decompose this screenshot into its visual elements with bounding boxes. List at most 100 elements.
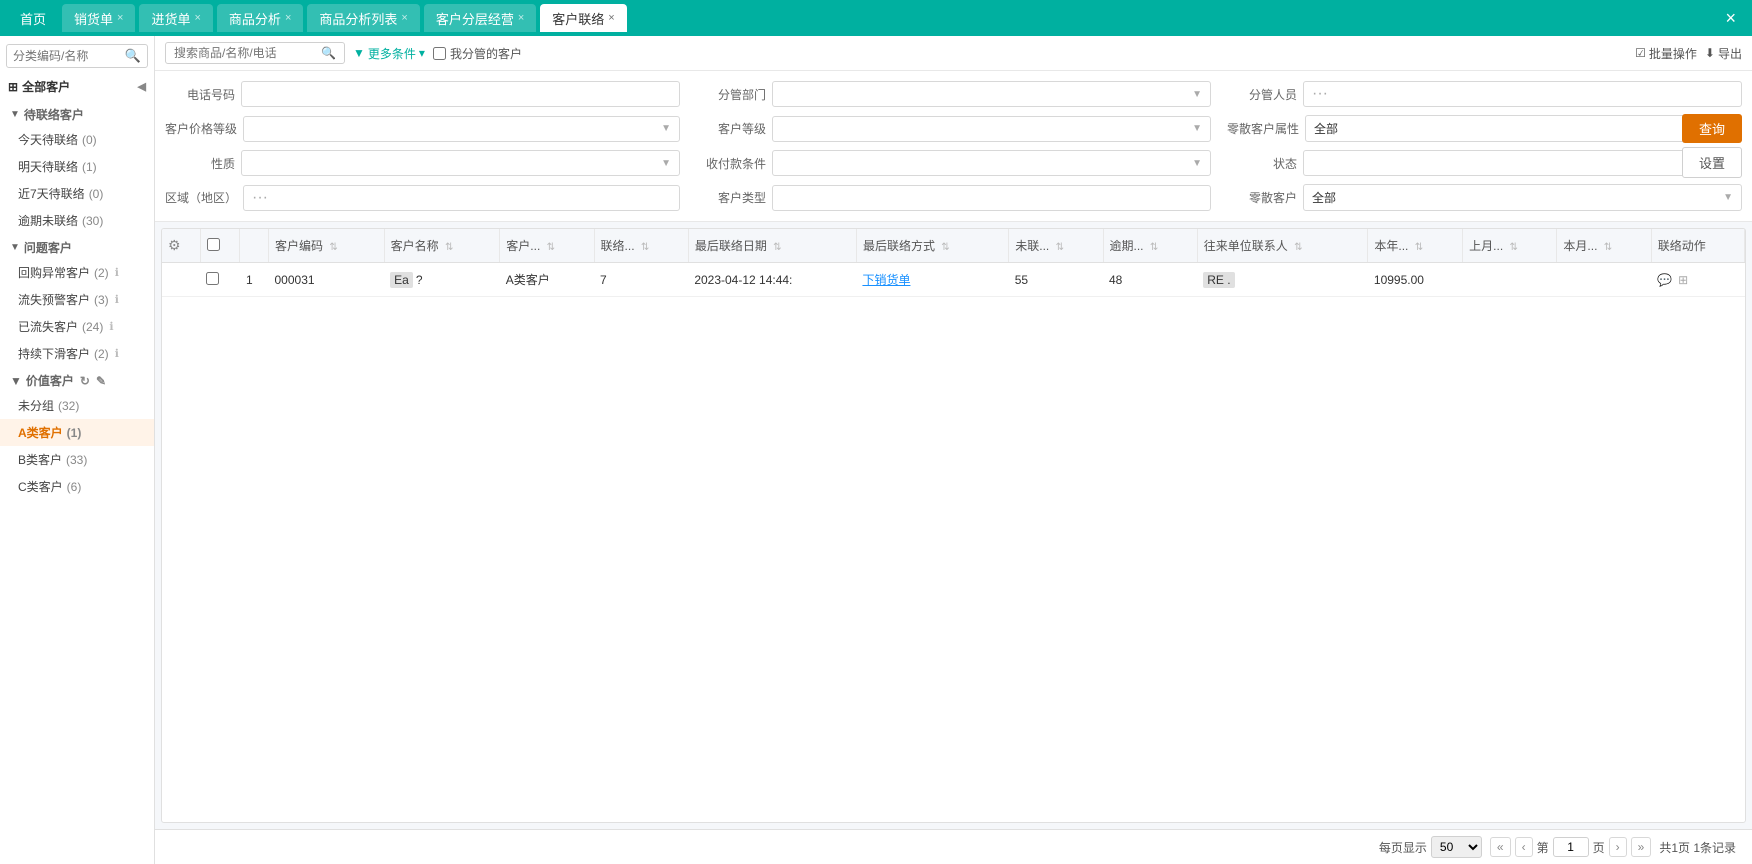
- close-tab-product-analysis-list[interactable]: ×: [401, 12, 407, 24]
- close-tab-purchase[interactable]: ×: [194, 12, 200, 24]
- sidebar-problem-item[interactable]: 持续下滑客户(2)ℹ: [0, 340, 154, 367]
- select-all-checkbox[interactable]: [207, 238, 220, 251]
- per-page-select[interactable]: 50 100 200: [1431, 836, 1482, 858]
- my-customers-checkbox-label[interactable]: 我分管的客户: [433, 45, 522, 62]
- sort-icon: ⇅: [1294, 242, 1302, 253]
- all-customers-header[interactable]: ⊞ 全部客户 ◀: [0, 72, 154, 101]
- export-btn[interactable]: ⬇ 导出: [1705, 45, 1742, 62]
- close-tab-sales[interactable]: ×: [117, 12, 123, 24]
- phone-field[interactable]: [250, 87, 671, 101]
- sort-icon: ⇅: [1415, 242, 1423, 253]
- row-this-year: 10995.00: [1368, 263, 1463, 297]
- phone-input[interactable]: [241, 81, 680, 107]
- col-contacts[interactable]: 联络... ⇅: [594, 229, 688, 263]
- region-input[interactable]: ···: [243, 185, 680, 211]
- problem-items-container: 回购异常客户(2)ℹ流失预警客户(3)ℹ已流失客户(24)ℹ持续下滑客户(2)ℹ: [0, 259, 154, 367]
- retail-attr-select[interactable]: 全部▼: [1305, 115, 1742, 142]
- page-number-input[interactable]: [1553, 837, 1589, 857]
- dept-select[interactable]: ▼: [772, 81, 1211, 107]
- total-records-label: 共1页 1条记录: [1659, 839, 1736, 856]
- value-count: (33): [66, 453, 87, 467]
- main-layout: 🔍 ⊞ 全部客户 ◀ ▼ 待联络客户 今天待联络(0)明天待联络(1)近7天待联…: [0, 36, 1752, 864]
- sidebar-search-bar[interactable]: 🔍: [6, 44, 148, 68]
- nav-tab-product-analysis-list[interactable]: 商品分析列表×: [307, 4, 419, 32]
- nav-tab-sales[interactable]: 销货单×: [62, 4, 135, 32]
- refresh-icon[interactable]: ↻: [80, 374, 90, 388]
- nav-tab-customer-contact[interactable]: 客户联络×: [540, 4, 626, 32]
- query-button[interactable]: 查询: [1682, 114, 1742, 143]
- col-overdue[interactable]: 逾期... ⇅: [1103, 229, 1197, 263]
- main-search-bar[interactable]: 🔍: [165, 42, 345, 64]
- sidebar-problem-item[interactable]: 回购异常客户(2)ℹ: [0, 259, 154, 286]
- batch-op-btn[interactable]: ☑ 批量操作: [1635, 45, 1697, 62]
- sidebar-pending-item[interactable]: 今天待联络(0): [0, 126, 154, 153]
- close-all-tabs[interactable]: ×: [1717, 8, 1744, 29]
- status-select[interactable]: ▼: [1303, 150, 1742, 176]
- next-page-btn[interactable]: ›: [1609, 837, 1627, 857]
- my-customers-checkbox[interactable]: [433, 47, 446, 60]
- dept-label: 分管部门: [696, 86, 766, 103]
- nav-tab-customer-layer[interactable]: 客户分层经营×: [424, 4, 536, 32]
- col-code[interactable]: 客户编码 ⇅: [269, 229, 385, 263]
- col-check[interactable]: [200, 229, 240, 263]
- filter-grid-row4: 区域（地区） ··· 客户类型 零散客户 全部▼: [165, 180, 1742, 215]
- payment-select[interactable]: ▼: [772, 150, 1211, 176]
- nature-label: 性质: [165, 155, 235, 172]
- last-page-btn[interactable]: »: [1631, 837, 1652, 857]
- nav-tab-home[interactable]: 首页: [8, 4, 58, 32]
- col-last-month[interactable]: 上月... ⇅: [1463, 229, 1557, 263]
- col-gear[interactable]: ⚙: [162, 229, 200, 263]
- per-page-label: 每页显示: [1379, 839, 1427, 856]
- sidebar-value-item[interactable]: C类客户(6): [0, 473, 154, 500]
- main-search-input[interactable]: [174, 46, 317, 60]
- row-select-checkbox[interactable]: [206, 272, 219, 285]
- sidebar-search-input[interactable]: [13, 49, 121, 63]
- row-last-method[interactable]: 下销货单: [856, 263, 1008, 297]
- sidebar-pending-item[interactable]: 明天待联络(1): [0, 153, 154, 180]
- nature-select[interactable]: ▼: [241, 150, 680, 176]
- first-page-btn[interactable]: «: [1490, 837, 1511, 857]
- customer-type-field[interactable]: [781, 191, 1202, 205]
- col-uncontacted[interactable]: 未联... ⇅: [1009, 229, 1103, 263]
- edit-icon[interactable]: ✎: [96, 374, 106, 388]
- chat-action-icon[interactable]: 💬: [1657, 273, 1672, 287]
- sidebar-value-item[interactable]: B类客户(33): [0, 446, 154, 473]
- close-tab-customer-contact[interactable]: ×: [608, 12, 614, 24]
- last-method-link[interactable]: 下销货单: [862, 273, 910, 287]
- close-tab-customer-layer[interactable]: ×: [518, 12, 524, 24]
- col-name[interactable]: 客户名称 ⇅: [384, 229, 500, 263]
- col-category[interactable]: 客户... ⇅: [500, 229, 594, 263]
- price-level-select[interactable]: ▼: [243, 116, 680, 142]
- prev-page-btn[interactable]: ‹: [1515, 837, 1533, 857]
- sort-icon: ⇅: [1604, 242, 1612, 253]
- nav-tab-product-analysis[interactable]: 商品分析×: [217, 4, 303, 32]
- row-contacts: 7: [594, 263, 688, 297]
- settings-button[interactable]: 设置: [1682, 147, 1742, 178]
- table-header-row: ⚙ 客户编码 ⇅ 客户名称 ⇅ 客户... ⇅ 联络... ⇅ 最后联络日期 ⇅…: [162, 229, 1745, 263]
- sidebar-value-item[interactable]: 未分组(32): [0, 392, 154, 419]
- close-tab-product-analysis[interactable]: ×: [285, 12, 291, 24]
- customer-level-select[interactable]: ▼: [772, 116, 1211, 142]
- collapse-btn[interactable]: ◀: [138, 80, 146, 93]
- customer-type-input[interactable]: [772, 185, 1211, 211]
- sidebar-problem-item[interactable]: 已流失客户(24)ℹ: [0, 313, 154, 340]
- gear-icon[interactable]: ⚙: [168, 237, 181, 253]
- sidebar-problem-item[interactable]: 流失预警客户(3)ℹ: [0, 286, 154, 313]
- more-filter-btn[interactable]: ▼ 更多条件 ▾: [353, 45, 425, 62]
- col-this-year[interactable]: 本年... ⇅: [1368, 229, 1463, 263]
- col-last-method[interactable]: 最后联络方式 ⇅: [856, 229, 1008, 263]
- sidebar-pending-item[interactable]: 逾期未联络(30): [0, 207, 154, 234]
- pending-label: 今天待联络: [18, 131, 78, 148]
- row-checkbox[interactable]: [200, 263, 240, 297]
- col-last-date[interactable]: 最后联络日期 ⇅: [688, 229, 856, 263]
- sidebar-value-item[interactable]: A类客户(1): [0, 419, 154, 446]
- col-this-month[interactable]: 本月... ⇅: [1557, 229, 1651, 263]
- retail-select[interactable]: 全部▼: [1303, 184, 1742, 211]
- sort-icon: ⇅: [1510, 242, 1518, 253]
- manager-input[interactable]: ···: [1303, 81, 1742, 107]
- nav-tab-purchase[interactable]: 进货单×: [139, 4, 212, 32]
- grid-action-icon[interactable]: ⊞: [1678, 273, 1688, 287]
- sidebar-pending-item[interactable]: 近7天待联络(0): [0, 180, 154, 207]
- top-navigation: 首页销货单×进货单×商品分析×商品分析列表×客户分层经营×客户联络× ×: [0, 0, 1752, 36]
- col-unit-contact[interactable]: 往来单位联系人 ⇅: [1197, 229, 1368, 263]
